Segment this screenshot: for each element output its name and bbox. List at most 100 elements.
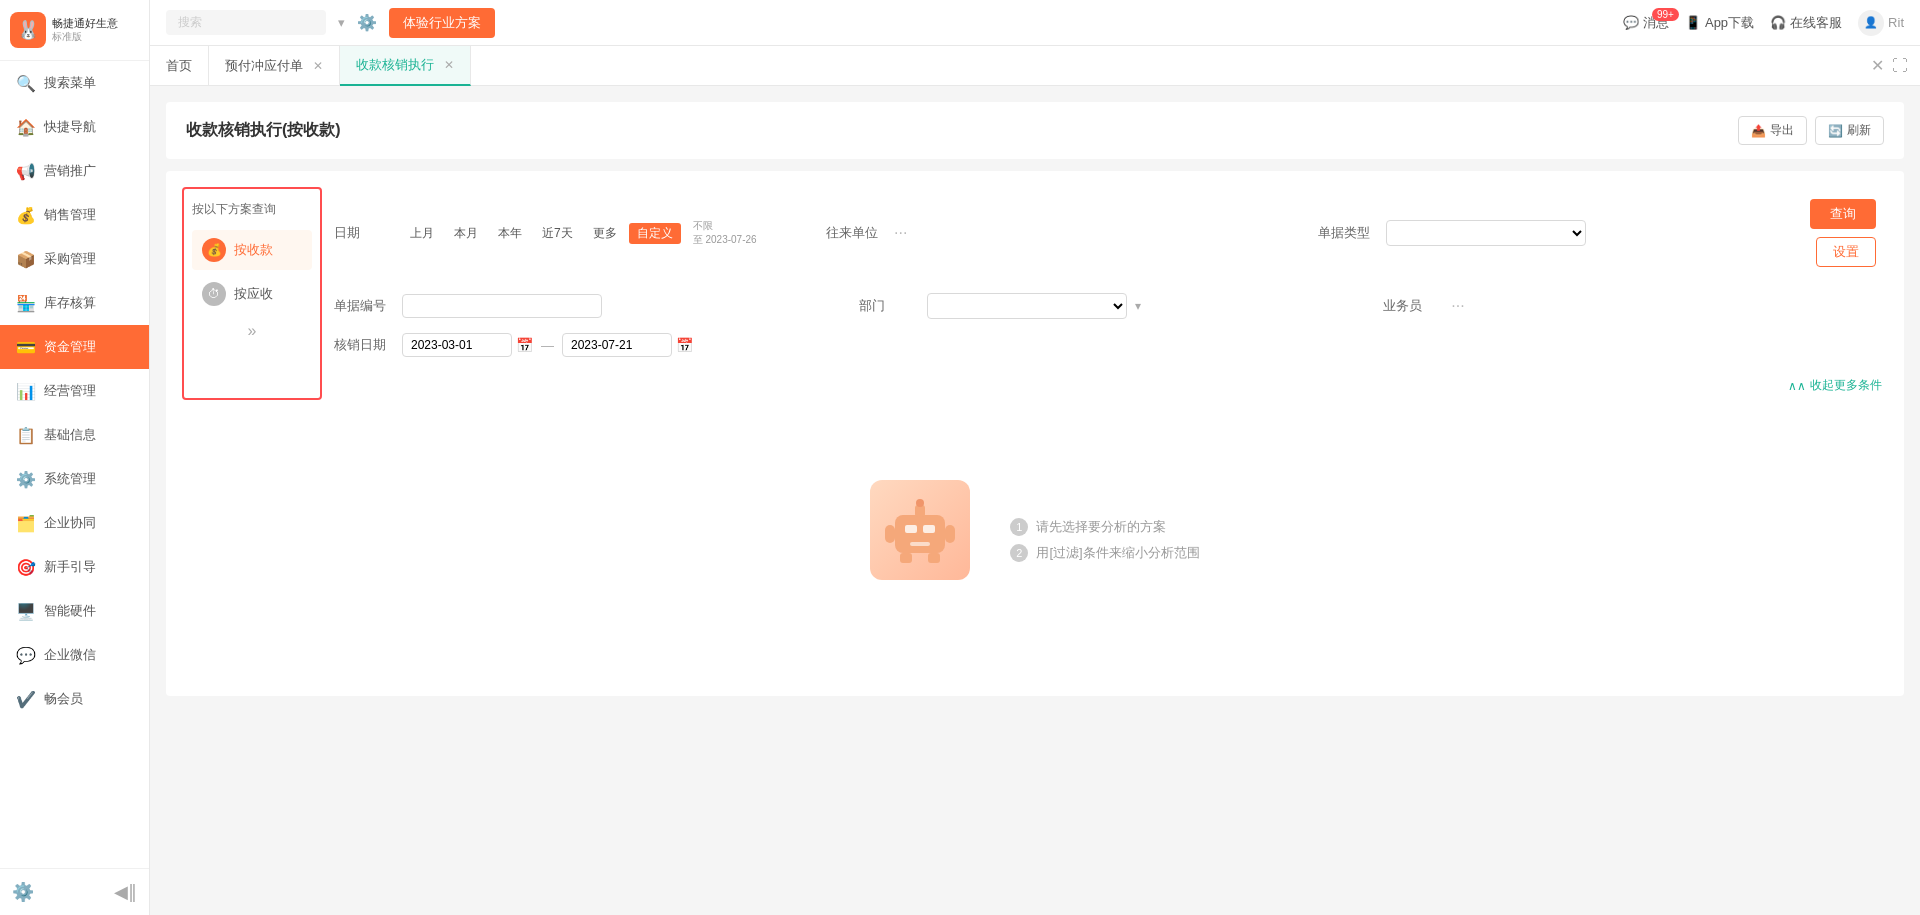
app-download[interactable]: 📱 App下载 xyxy=(1685,14,1754,32)
sidebar-item-hardware[interactable]: 🖥️ 智能硬件 xyxy=(0,589,149,633)
message-icon: 💬 xyxy=(1623,15,1639,30)
verify-date-end-input[interactable] xyxy=(562,333,672,357)
tip-text-2: 用[过滤]条件来缩小分析范围 xyxy=(1036,544,1199,562)
sidebar-item-operations[interactable]: 📊 经营管理 xyxy=(0,369,149,413)
topbar-gear-icon[interactable]: ⚙️ xyxy=(357,13,377,32)
sidebar-item-search[interactable]: 🔍 搜索菜单 xyxy=(0,61,149,105)
date-tab-more[interactable]: 更多 xyxy=(585,223,625,244)
doc-number-label: 单据编号 xyxy=(334,297,394,315)
page-header: 收款核销执行(按收款) 📤 导出 🔄 刷新 xyxy=(166,102,1904,159)
tab-collection-close-icon[interactable]: ✕ xyxy=(444,58,454,72)
sidebar-item-purchase[interactable]: 📦 采购管理 xyxy=(0,237,149,281)
sidebar-item-label: 企业微信 xyxy=(44,646,96,664)
page-content: 收款核销执行(按收款) 📤 导出 🔄 刷新 按以下方案查询 💰 xyxy=(150,86,1920,915)
settings-button[interactable]: 设置 xyxy=(1816,237,1876,267)
sidebar-item-label: 新手引导 xyxy=(44,558,96,576)
date-tab-custom[interactable]: 自定义 xyxy=(629,223,681,244)
sidebar-item-label: 资金管理 xyxy=(44,338,96,356)
service-label: 在线客服 xyxy=(1790,14,1842,32)
staff-label: 业务员 xyxy=(1383,297,1443,315)
dept-select[interactable] xyxy=(927,293,1127,319)
collapse-more-btn[interactable]: ∧∧ 收起更多条件 xyxy=(334,371,1888,400)
tab-prepay[interactable]: 预付冲应付单 ✕ xyxy=(209,46,340,86)
sidebar-item-system[interactable]: ⚙️ 系统管理 xyxy=(0,457,149,501)
search-placeholder-text: 搜索 xyxy=(178,15,202,29)
app-icon: 📱 xyxy=(1685,15,1701,30)
topbar: 搜索 ▾ ⚙️ 体验行业方案 💬 消息 99+ 📱 App下载 🎧 在线客服 👤 xyxy=(150,0,1920,46)
dept-chevron-icon: ▾ xyxy=(1135,299,1141,313)
sidebar-item-label: 搜索菜单 xyxy=(44,74,96,92)
tip-num-2: 2 xyxy=(1010,544,1028,562)
doc-type-select[interactable] xyxy=(1386,220,1586,246)
page-header-actions: 📤 导出 🔄 刷新 xyxy=(1738,116,1884,145)
sidebar: 🐰 畅捷通好生意 标准版 🔍 搜索菜单 🏠 快捷导航 📢 营销推广 💰 销售管理… xyxy=(0,0,150,915)
calendar-end-icon[interactable]: 📅 xyxy=(676,337,693,353)
expand-icon[interactable]: ⛶ xyxy=(1892,57,1908,75)
by-receipt-label: 按收款 xyxy=(234,241,273,259)
sidebar-item-label: 经营管理 xyxy=(44,382,96,400)
sidebar-item-basic-info[interactable]: 📋 基础信息 xyxy=(0,413,149,457)
tab-collection-label: 收款核销执行 xyxy=(356,56,434,74)
topbar-left: 搜索 ▾ ⚙️ 体验行业方案 xyxy=(166,8,495,38)
query-button[interactable]: 查询 xyxy=(1810,199,1876,229)
tab-prepay-close-icon[interactable]: ✕ xyxy=(313,59,323,73)
empty-tip-2: 2 用[过滤]条件来缩小分析范围 xyxy=(1010,544,1199,562)
filter-sidebar-collapse[interactable]: » xyxy=(192,318,312,344)
date-label: 日期 xyxy=(334,224,394,242)
date-tab-this-year[interactable]: 本年 xyxy=(490,223,530,244)
main-area: 搜索 ▾ ⚙️ 体验行业方案 💬 消息 99+ 📱 App下载 🎧 在线客服 👤 xyxy=(150,0,1920,915)
service-icon: 🎧 xyxy=(1770,15,1786,30)
sidebar-item-finance[interactable]: 💳 资金管理 xyxy=(0,325,149,369)
sidebar-item-enterprise[interactable]: 🗂️ 企业协同 xyxy=(0,501,149,545)
counterparty-label: 往来单位 xyxy=(826,224,886,242)
sidebar-item-label: 系统管理 xyxy=(44,470,96,488)
empty-tip-1: 1 请先选择要分析的方案 xyxy=(1010,518,1199,536)
logo-sub: 标准版 xyxy=(52,30,118,44)
tab-collection[interactable]: 收款核销执行 ✕ xyxy=(340,46,471,86)
staff-field: 业务员 ··· xyxy=(1383,297,1888,315)
home-icon: 🏠 xyxy=(16,117,36,137)
marketing-icon: 📢 xyxy=(16,161,36,181)
sidebar-item-sales[interactable]: 💰 销售管理 xyxy=(0,193,149,237)
finance-icon: 💳 xyxy=(16,337,36,357)
doc-number-input[interactable] xyxy=(402,294,602,318)
topbar-dropdown-icon[interactable]: ▾ xyxy=(338,15,345,30)
sidebar-item-label: 畅会员 xyxy=(44,690,83,708)
doc-type-field: 单据类型 xyxy=(1318,220,1790,246)
sidebar-item-label: 基础信息 xyxy=(44,426,96,444)
date-tab-this-month[interactable]: 本月 xyxy=(446,223,486,244)
verify-date-start-input[interactable] xyxy=(402,333,512,357)
sidebar-item-marketing[interactable]: 📢 营销推广 xyxy=(0,149,149,193)
close-all-tabs-icon[interactable]: ✕ xyxy=(1871,56,1884,75)
svg-rect-9 xyxy=(928,553,940,563)
tab-home[interactable]: 首页 xyxy=(150,46,209,86)
page-title: 收款核销执行(按收款) xyxy=(186,120,341,141)
filter-option-by-receipt[interactable]: 💰 按收款 xyxy=(192,230,312,270)
refresh-button[interactable]: 🔄 刷新 xyxy=(1815,116,1884,145)
basic-info-icon: 📋 xyxy=(16,425,36,445)
sidebar-item-wechat[interactable]: 💬 企业微信 xyxy=(0,633,149,677)
sidebar-item-member[interactable]: ✔️ 畅会员 xyxy=(0,677,149,721)
export-button[interactable]: 📤 导出 xyxy=(1738,116,1807,145)
message-badge[interactable]: 💬 消息 99+ xyxy=(1623,14,1669,32)
dept-label: 部门 xyxy=(859,297,919,315)
online-service[interactable]: 🎧 在线客服 xyxy=(1770,14,1842,32)
tab-bar: 首页 预付冲应付单 ✕ 收款核销执行 ✕ ✕ ⛶ xyxy=(150,46,1920,86)
industry-solution-button[interactable]: 体验行业方案 xyxy=(389,8,495,38)
svg-rect-3 xyxy=(910,542,930,546)
sidebar-item-inventory[interactable]: 🏪 库存核算 xyxy=(0,281,149,325)
sales-icon: 💰 xyxy=(16,205,36,225)
purchase-icon: 📦 xyxy=(16,249,36,269)
calendar-start-icon[interactable]: 📅 xyxy=(516,337,533,353)
user-info[interactable]: 👤 Rit xyxy=(1858,10,1904,36)
dept-field: 部门 ▾ xyxy=(859,293,1364,319)
tip-text-1: 请先选择要分析的方案 xyxy=(1036,518,1166,536)
date-tab-last-month[interactable]: 上月 xyxy=(402,223,442,244)
collapse-sidebar-icon[interactable]: ◀‖ xyxy=(114,881,137,903)
date-tab-7days[interactable]: 近7天 xyxy=(534,223,581,244)
filter-option-by-receivable[interactable]: ⏱ 按应收 xyxy=(192,274,312,314)
settings-bottom-icon[interactable]: ⚙️ xyxy=(12,881,34,903)
sidebar-item-quick-nav[interactable]: 🏠 快捷导航 xyxy=(0,105,149,149)
sidebar-nav: 🔍 搜索菜单 🏠 快捷导航 📢 营销推广 💰 销售管理 📦 采购管理 🏪 库存核… xyxy=(0,61,149,868)
sidebar-item-guide[interactable]: 🎯 新手引导 xyxy=(0,545,149,589)
